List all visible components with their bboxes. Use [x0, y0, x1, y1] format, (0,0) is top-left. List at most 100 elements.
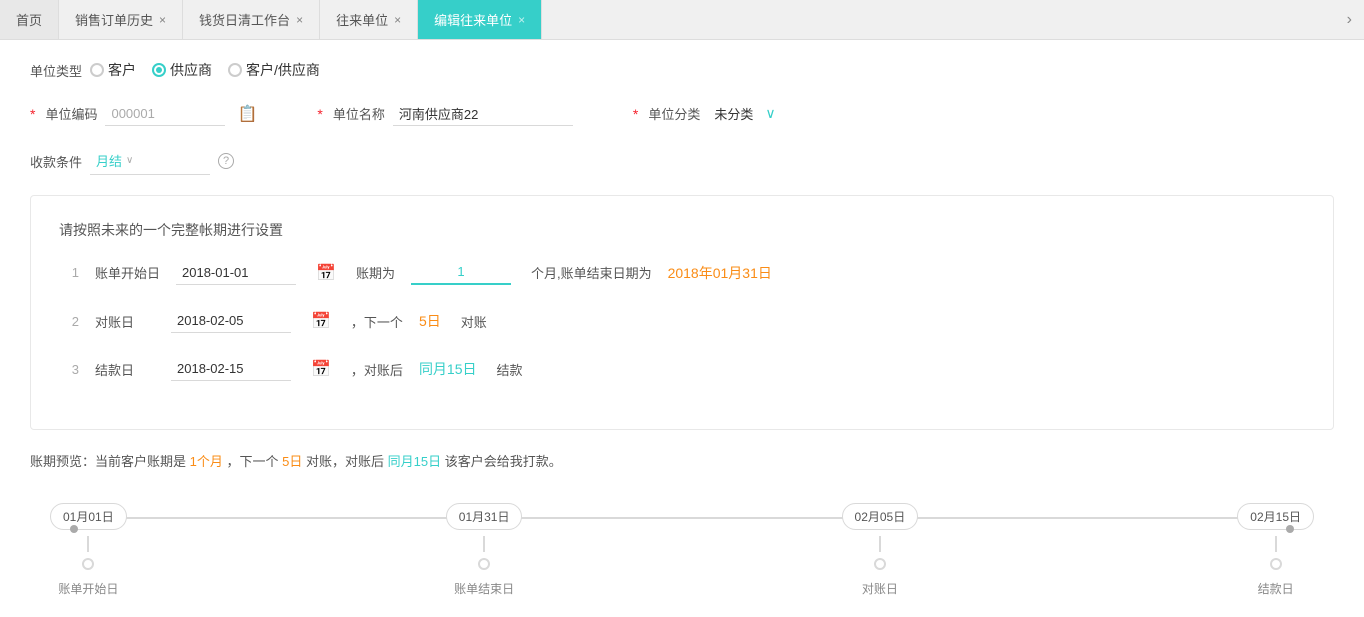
main-content: 单位类型 客户 供应商 客户/供应商 * 单位编码 [0, 40, 1364, 617]
node-date-3: 02月05日 [842, 503, 919, 530]
setting-num-1: 1 [59, 265, 79, 280]
node-dot-3 [874, 558, 886, 570]
unit-code-field: * 单位编码 📋 [30, 102, 257, 126]
tab-bar: 首页 销售订单历史 × 钱货日清工作台 × 往来单位 × 编辑往来单位 × › [0, 0, 1364, 40]
preview-end: 该客户会给我打款。 [445, 454, 562, 469]
close-sales-history[interactable]: × [159, 13, 166, 27]
preview-section: 账期预览：当前客户账期是 1个月 ，下一个 5日 对账，对账后 同月15日 该客… [30, 450, 1334, 473]
unit-code-input[interactable] [105, 102, 225, 126]
required-star-cat: * [633, 106, 638, 122]
node-connector-1 [87, 536, 89, 552]
timeline-right-cap [1286, 525, 1294, 533]
payment-day-highlight: 同月15日 [419, 359, 477, 379]
timeline-node-4: 02月15日 结款日 [1237, 503, 1314, 597]
tab-edit-partner[interactable]: 编辑往来单位 × [418, 0, 542, 39]
period-months-input[interactable] [411, 260, 511, 285]
node-date-2: 01月31日 [446, 503, 523, 530]
check-date-input[interactable] [171, 309, 291, 333]
node-dot-1 [82, 558, 94, 570]
payment-date-calendar-icon[interactable]: 📅 [311, 359, 331, 379]
radio-both[interactable]: 客户/供应商 [228, 60, 320, 80]
tab-more-button[interactable]: › [1335, 0, 1364, 39]
radio-circle-customer [90, 63, 104, 77]
preview-prefix: 账期预览：当前客户账期是 [30, 454, 186, 469]
start-date-input[interactable] [176, 261, 296, 285]
start-date-calendar-icon[interactable]: 📅 [316, 263, 336, 283]
period-prefix: 账期为 [356, 263, 395, 282]
tab-home[interactable]: 首页 [0, 0, 59, 39]
setting-row-3: 3 结款日 📅 ，对账后 同月15日 结款 [59, 357, 1305, 381]
radio-circle-supplier [152, 63, 166, 77]
node-label-1: 账单开始日 [58, 580, 118, 597]
timeline-left-cap [70, 525, 78, 533]
radio-label-both: 客户/供应商 [246, 60, 320, 80]
payment-field: 收款条件 月结 ∨ ? [30, 147, 234, 175]
payment-dropdown[interactable]: 月结 ∨ [90, 147, 210, 175]
preview-check-day: 5日 [282, 454, 302, 469]
check-desc-suffix: 对账 [461, 312, 487, 331]
unit-name-label: 单位名称 [333, 104, 385, 123]
payment-date-input[interactable] [171, 357, 291, 381]
unit-category-field: * 单位分类 未分类 ∨ [633, 100, 868, 127]
radio-customer[interactable]: 客户 [90, 60, 136, 80]
close-partner[interactable]: × [394, 13, 401, 27]
category-value: 未分类 [714, 104, 753, 123]
timeline-node-1: 01月01日 账单开始日 [50, 503, 127, 597]
timeline-node-2: 01月31日 账单结束日 [446, 503, 523, 597]
preview-period: 1个月 [190, 454, 223, 469]
unit-name-input[interactable] [393, 102, 573, 126]
payment-label: 收款条件 [30, 152, 82, 171]
node-label-2: 账单结束日 [454, 580, 514, 597]
setting-row-2: 2 对账日 📅 ，下一个 5日 对账 [59, 309, 1305, 333]
unit-type-field: 单位类型 客户 供应商 客户/供应商 [30, 60, 320, 80]
unit-name-field: * 单位名称 [317, 102, 572, 126]
required-star-code: * [30, 106, 35, 122]
node-label-4: 结款日 [1258, 580, 1294, 597]
setting-num-3: 3 [59, 362, 79, 377]
node-label-3: 对账日 [862, 580, 898, 597]
timeline-nodes: 01月01日 账单开始日 01月31日 账单结束日 02月05日 对账日 02月… [50, 503, 1314, 597]
payment-help-icon[interactable]: ? [218, 153, 234, 169]
unit-category-dropdown[interactable]: 未分类 ∨ [708, 100, 868, 127]
unit-type-radio-group: 客户 供应商 客户/供应商 [90, 60, 320, 80]
unit-info-row: * 单位编码 📋 * 单位名称 * 单位分类 未分类 ∨ [30, 100, 1334, 127]
payment-desc-prefix: ，对账后 [351, 360, 403, 379]
code-calendar-icon[interactable]: 📋 [237, 104, 257, 124]
settings-panel: 请按照未来的一个完整帐期进行设置 1 账单开始日 📅 账期为 个月,账单结束日期… [30, 195, 1334, 430]
tab-cashier[interactable]: 钱货日清工作台 × [183, 0, 320, 39]
close-edit-partner[interactable]: × [518, 13, 525, 27]
label-check-date: 对账日 [95, 312, 155, 331]
unit-type-label: 单位类型 [30, 61, 82, 80]
payment-desc-suffix: 结款 [497, 360, 523, 379]
close-cashier[interactable]: × [296, 13, 303, 27]
tab-partner[interactable]: 往来单位 × [320, 0, 418, 39]
node-connector-3 [879, 536, 881, 552]
setting-num-2: 2 [59, 314, 79, 329]
timeline: 01月01日 账单开始日 01月31日 账单结束日 02月05日 对账日 02月… [30, 493, 1334, 597]
unit-code-label: 单位编码 [45, 104, 97, 123]
period-end-date: 2018年01月31日 [668, 263, 772, 283]
preview-pay-day: 同月15日 [388, 454, 441, 469]
payment-arrow: ∨ [126, 155, 133, 166]
label-account-start: 账单开始日 [95, 263, 160, 282]
node-date-1: 01月01日 [50, 503, 127, 530]
node-dot-2 [478, 558, 490, 570]
radio-supplier[interactable]: 供应商 [152, 60, 212, 80]
unit-type-row: 单位类型 客户 供应商 客户/供应商 [30, 60, 1334, 80]
setting-row-1: 1 账单开始日 📅 账期为 个月,账单结束日期为 2018年01月31日 [59, 260, 1305, 285]
node-connector-2 [483, 536, 485, 552]
radio-label-supplier: 供应商 [170, 60, 212, 80]
node-date-4: 02月15日 [1237, 503, 1314, 530]
radio-circle-both [228, 63, 242, 77]
preview-check-suffix: 对账，对账后 [306, 454, 384, 469]
panel-title: 请按照未来的一个完整帐期进行设置 [59, 220, 1305, 240]
check-date-calendar-icon[interactable]: 📅 [311, 311, 331, 331]
required-star-name: * [317, 106, 322, 122]
preview-middle: ，下一个 [227, 454, 279, 469]
check-day-highlight: 5日 [419, 311, 441, 331]
payment-row: 收款条件 月结 ∨ ? [30, 147, 1334, 175]
tab-sales-history[interactable]: 销售订单历史 × [59, 0, 183, 39]
label-payment-date: 结款日 [95, 360, 155, 379]
payment-value: 月结 [96, 151, 122, 170]
check-desc-prefix: ，下一个 [351, 312, 403, 331]
